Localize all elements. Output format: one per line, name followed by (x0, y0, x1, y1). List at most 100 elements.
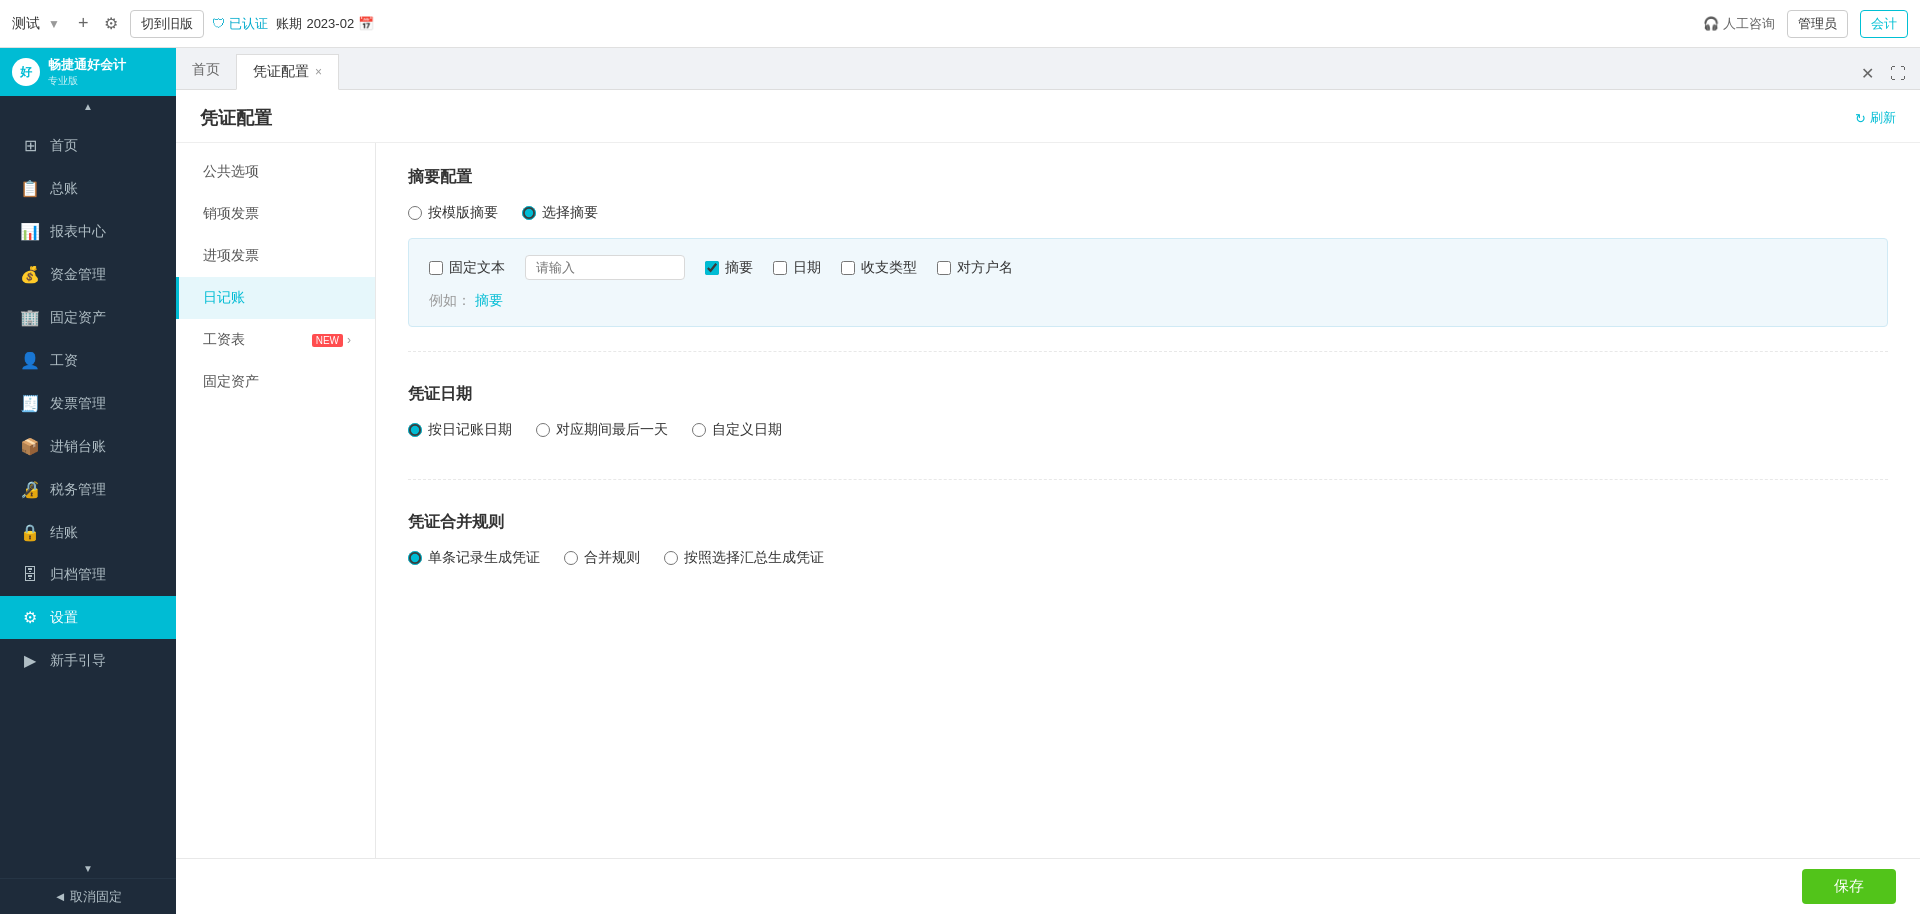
close-accounts-icon: 🔒 (20, 523, 40, 542)
abstract-radio-select[interactable]: 选择摘要 (522, 204, 598, 222)
settings-icon-btn[interactable]: ⚙ (100, 10, 122, 37)
date-section: 凭证日期 按日记账日期 对应期间最后一天 自定义日期 (408, 384, 1888, 480)
config-menu-journal[interactable]: 日记账 (176, 277, 375, 319)
checkbox-date-input[interactable] (773, 261, 787, 275)
date-radio-custom[interactable]: 自定义日期 (692, 421, 782, 439)
sidebar-item-label-capital: 资金管理 (50, 266, 106, 284)
tab-home[interactable]: 首页 (176, 53, 236, 89)
sidebar-item-tax[interactable]: 🔏 税务管理 (0, 468, 176, 511)
sidebar-item-label-reports: 报表中心 (50, 223, 106, 241)
switch-old-button[interactable]: 切到旧版 (130, 10, 204, 38)
config-menu-payroll-table[interactable]: 工资表 NEW › (176, 319, 375, 361)
sidebar-item-label-archive: 归档管理 (50, 566, 106, 584)
date-radio-period-last-input[interactable] (536, 423, 550, 437)
sidebar-logo[interactable]: 好 畅捷通好会计 专业版 (0, 48, 176, 96)
select-merge-label: 按照选择汇总生成凭证 (684, 549, 824, 567)
tab-close-button[interactable]: ✕ (1855, 62, 1880, 85)
add-button[interactable]: + (74, 9, 93, 38)
sidebar-item-close[interactable]: 🔒 结账 (0, 511, 176, 554)
home-icon: ⊞ (20, 136, 40, 155)
payroll-table-label: 工资表 (203, 331, 245, 349)
merge-radio-rule[interactable]: 合并规则 (564, 549, 640, 567)
tab-close-icon[interactable]: × (315, 65, 322, 79)
accountant-button[interactable]: 会计 (1860, 10, 1908, 38)
cancel-fixed-button[interactable]: ◄ 取消固定 (0, 878, 176, 914)
checkbox-fixed-text[interactable]: 固定文本 (429, 259, 505, 277)
checkbox-counterpart-input[interactable] (937, 261, 951, 275)
period-label: 账期 (276, 15, 302, 33)
scroll-down-icon[interactable]: ▼ (0, 858, 176, 878)
abstract-radio-template-input[interactable] (408, 206, 422, 220)
save-button[interactable]: 保存 (1802, 869, 1896, 904)
tab-fullscreen-button[interactable]: ⛶ (1884, 63, 1912, 85)
sidebar-item-capital[interactable]: 💰 资金管理 (0, 253, 176, 296)
top-bar-left: 测试 ▼ (12, 15, 60, 33)
date-radio-group: 按日记账日期 对应期间最后一天 自定义日期 (408, 421, 1888, 439)
chevron-down-icon[interactable]: ▼ (48, 17, 60, 31)
merge-radio-single[interactable]: 单条记录生成凭证 (408, 549, 540, 567)
checkbox-pay-type[interactable]: 收支类型 (841, 259, 917, 277)
page-title: 凭证配置 (200, 106, 272, 130)
sidebar-item-label-ledger: 总账 (50, 180, 78, 198)
abstract-radio-template[interactable]: 按模版摘要 (408, 204, 498, 222)
sidebar-item-newbie[interactable]: ▶ 新手引导 (0, 639, 176, 682)
sidebar-item-invoice[interactable]: 🧾 发票管理 (0, 382, 176, 425)
checkbox-counterpart[interactable]: 对方户名 (937, 259, 1013, 277)
config-menu-fixed-assets[interactable]: 固定资产 (176, 361, 375, 403)
journal-date-label: 按日记账日期 (428, 421, 512, 439)
config-menu-sales-invoice[interactable]: 销项发票 (176, 193, 375, 235)
sidebar-item-reports[interactable]: 📊 报表中心 (0, 210, 176, 253)
fixed-text-input[interactable] (525, 255, 685, 280)
sidebar-item-label-sales: 进销台账 (50, 438, 106, 456)
sidebar-item-assets[interactable]: 🏢 固定资产 (0, 296, 176, 339)
merge-radio-select-input[interactable] (664, 551, 678, 565)
fixed-text-label: 固定文本 (449, 259, 505, 277)
merge-radio-single-input[interactable] (408, 551, 422, 565)
content-area: 首页 凭证配置 × ✕ ⛶ 凭证配置 ↻ 刷新 公共选项 销项发票 (176, 48, 1920, 914)
sidebar-item-home[interactable]: ⊞ 首页 (0, 124, 176, 167)
date-radio-custom-input[interactable] (692, 423, 706, 437)
tab-voucher-config[interactable]: 凭证配置 × (236, 54, 339, 90)
date-radio-journal[interactable]: 按日记账日期 (408, 421, 512, 439)
sidebar-item-sales[interactable]: 📦 进销台账 (0, 425, 176, 468)
sidebar-item-archive[interactable]: 🗄 归档管理 (0, 554, 176, 596)
merge-radio-rule-input[interactable] (564, 551, 578, 565)
abstract-section: 摘要配置 按模版摘要 选择摘要 (408, 167, 1888, 352)
refresh-button[interactable]: ↻ 刷新 (1855, 109, 1896, 127)
checkbox-fixed-text-input[interactable] (429, 261, 443, 275)
sidebar-item-settings[interactable]: ⚙ 设置 (0, 596, 176, 639)
checkbox-abstract[interactable]: 摘要 (705, 259, 753, 277)
sidebar-item-payroll[interactable]: 👤 工资 (0, 339, 176, 382)
example-label: 例如： (429, 292, 471, 308)
checkbox-date[interactable]: 日期 (773, 259, 821, 277)
merge-section: 凭证合并规则 单条记录生成凭证 合并规则 按照选择汇总生成凭证 (408, 512, 1888, 607)
new-badge: NEW (312, 334, 343, 347)
calendar-icon[interactable]: 📅 (358, 16, 374, 31)
config-layout: 公共选项 销项发票 进项发票 日记账 工资表 NEW › 固定资产 摘要配置 (176, 143, 1920, 858)
sidebar-item-label-home: 首页 (50, 137, 78, 155)
abstract-radio-select-input[interactable] (522, 206, 536, 220)
config-menu-public[interactable]: 公共选项 (176, 151, 375, 193)
archive-icon: 🗄 (20, 566, 40, 584)
custom-date-label: 自定义日期 (712, 421, 782, 439)
page-header: 凭证配置 ↻ 刷新 (176, 90, 1920, 143)
merge-radio-select[interactable]: 按照选择汇总生成凭证 (664, 549, 824, 567)
consult-button[interactable]: 🎧 人工咨询 (1703, 15, 1775, 33)
date-radio-period-last[interactable]: 对应期间最后一天 (536, 421, 668, 439)
logo-text-block: 畅捷通好会计 专业版 (48, 56, 126, 88)
checkbox-abstract-input[interactable] (705, 261, 719, 275)
abstract-section-title: 摘要配置 (408, 167, 1888, 188)
certified-label: 已认证 (229, 15, 268, 33)
main-layout: 好 畅捷通好会计 专业版 ▲ ⊞ 首页 📋 总账 📊 报表中心 💰 资金管理 (0, 48, 1920, 914)
date-radio-journal-input[interactable] (408, 423, 422, 437)
logo-title: 畅捷通好会计 (48, 56, 126, 74)
sidebar-item-label-invoice: 发票管理 (50, 395, 106, 413)
scroll-up-icon[interactable]: ▲ (0, 96, 176, 116)
tab-bar: 首页 凭证配置 × ✕ ⛶ (176, 48, 1920, 90)
config-menu-purchase-invoice[interactable]: 进项发票 (176, 235, 375, 277)
period-info: 账期 2023-02 📅 (276, 15, 374, 33)
checkbox-pay-type-input[interactable] (841, 261, 855, 275)
admin-button[interactable]: 管理员 (1787, 10, 1848, 38)
abstract-check-label: 摘要 (725, 259, 753, 277)
sidebar-item-ledger[interactable]: 📋 总账 (0, 167, 176, 210)
